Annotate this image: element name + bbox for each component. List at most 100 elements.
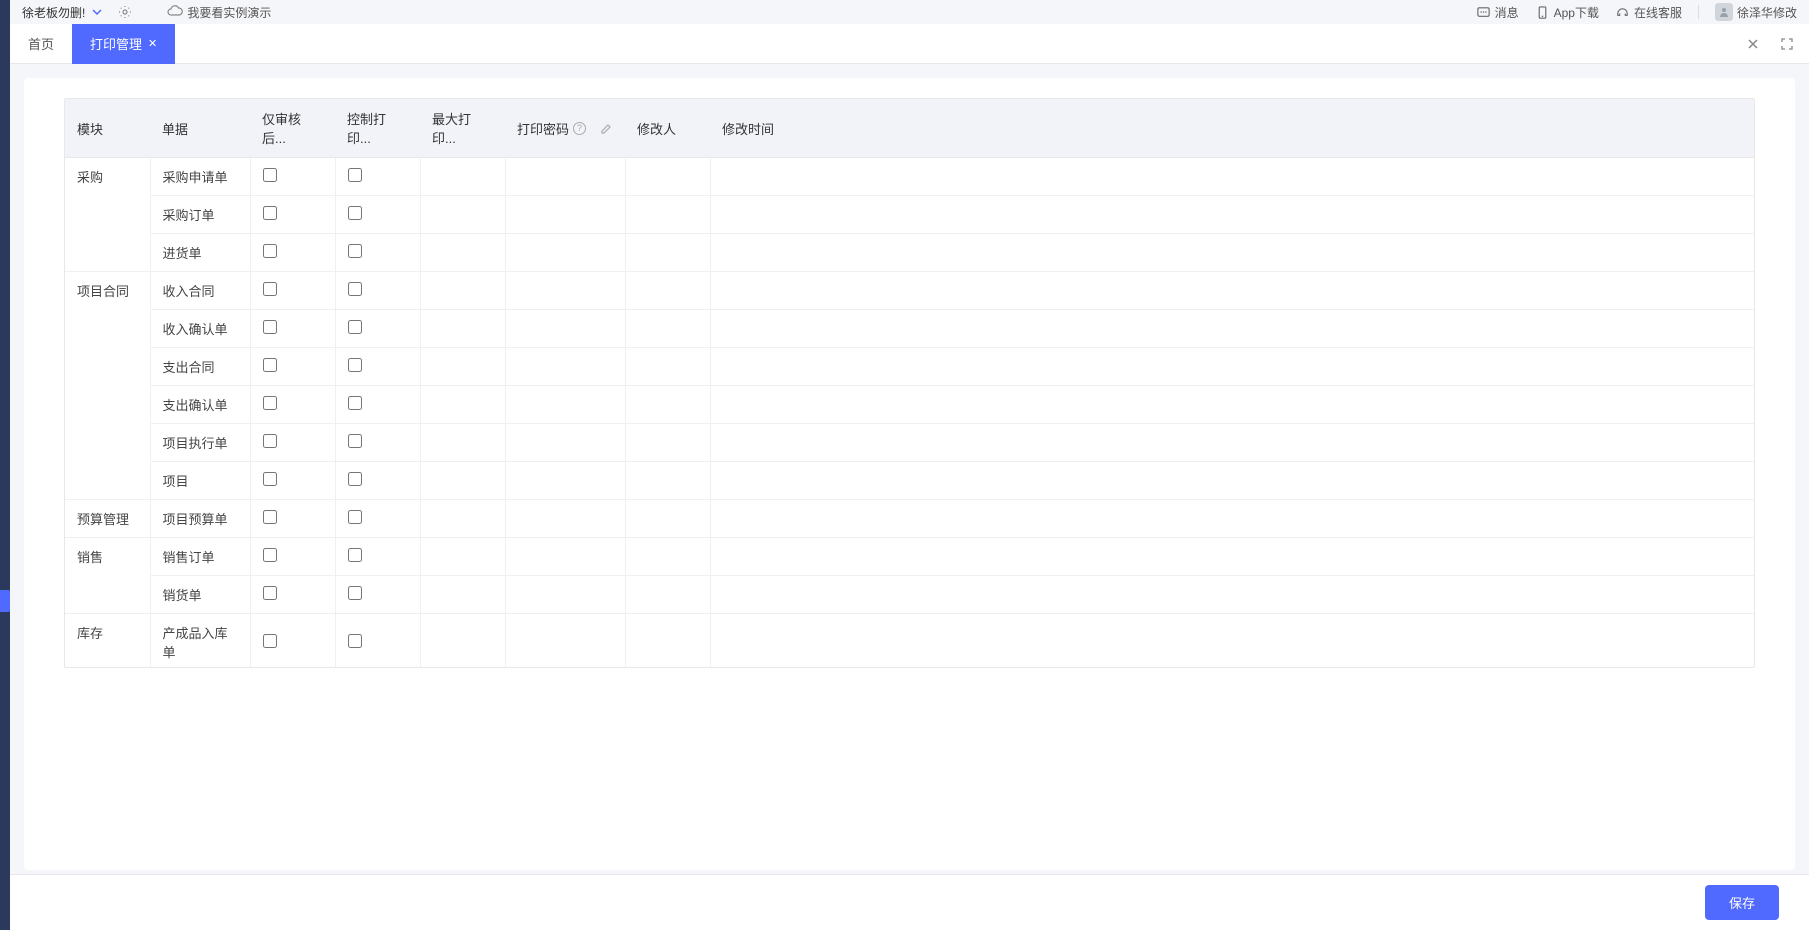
modtime-cell [710, 462, 1754, 500]
chevron-down-icon [91, 6, 103, 18]
password-cell [505, 424, 625, 462]
doc-cell: 采购申请单 [150, 158, 250, 196]
control-print-checkbox[interactable] [348, 434, 362, 448]
control-print-cell [335, 196, 420, 234]
control-print-checkbox[interactable] [348, 472, 362, 486]
demo-link[interactable]: 我要看实例演示 [167, 4, 271, 21]
customer-service-link[interactable]: 在线客服 [1615, 4, 1682, 21]
approved-only-cell [250, 424, 335, 462]
doc-cell: 产成品入库单 [150, 614, 250, 669]
control-print-checkbox[interactable] [348, 244, 362, 258]
modtime-cell [710, 576, 1754, 614]
tab-home[interactable]: 首页 [10, 24, 72, 64]
max-print-cell [420, 424, 505, 462]
tab-print-management[interactable]: 打印管理 ✕ [72, 24, 175, 64]
approved-only-checkbox[interactable] [263, 434, 277, 448]
control-print-cell [335, 386, 420, 424]
approved-only-checkbox[interactable] [263, 320, 277, 334]
headset-icon [1615, 5, 1630, 20]
control-print-cell [335, 272, 420, 310]
phone-icon [1535, 5, 1550, 20]
max-print-cell [420, 310, 505, 348]
password-cell [505, 234, 625, 272]
modifier-cell [625, 196, 710, 234]
gear-icon[interactable] [117, 4, 133, 20]
approved-only-cell [250, 234, 335, 272]
table-row: 库存产成品入库单 [65, 614, 1754, 669]
table-scroll-container[interactable]: 模块 单据 仅审核后... 控制打印... 最大打印... 打印密码 ? [64, 98, 1755, 668]
tab-bar: 首页 打印管理 ✕ [10, 24, 1809, 64]
max-print-cell [420, 196, 505, 234]
doc-cell: 支出确认单 [150, 386, 250, 424]
fullscreen-button[interactable] [1775, 32, 1799, 56]
approved-only-cell [250, 310, 335, 348]
approved-only-checkbox[interactable] [263, 548, 277, 562]
approved-only-checkbox[interactable] [263, 634, 277, 648]
password-cell [505, 538, 625, 576]
approved-only-checkbox[interactable] [263, 472, 277, 486]
doc-cell: 销货单 [150, 576, 250, 614]
approved-only-checkbox[interactable] [263, 586, 277, 600]
control-print-cell [335, 614, 420, 669]
max-print-cell [420, 158, 505, 196]
control-print-checkbox[interactable] [348, 634, 362, 648]
control-print-cell [335, 310, 420, 348]
module-cell: 销售 [65, 538, 150, 614]
modifier-cell [625, 234, 710, 272]
modtime-cell [710, 500, 1754, 538]
account-switcher[interactable]: 徐老板勿删! [22, 4, 103, 21]
approved-only-checkbox[interactable] [263, 168, 277, 182]
table-row: 销货单 [65, 576, 1754, 614]
edit-icon[interactable] [600, 122, 613, 135]
password-cell [505, 576, 625, 614]
control-print-checkbox[interactable] [348, 320, 362, 334]
th-password-label: 打印密码 [517, 119, 569, 138]
approved-only-checkbox[interactable] [263, 244, 277, 258]
control-print-checkbox[interactable] [348, 396, 362, 410]
password-cell [505, 272, 625, 310]
password-cell [505, 196, 625, 234]
modtime-cell [710, 158, 1754, 196]
module-cell: 预算管理 [65, 500, 150, 538]
control-print-checkbox[interactable] [348, 510, 362, 524]
doc-cell: 项目 [150, 462, 250, 500]
messages-label: 消息 [1495, 4, 1519, 21]
max-print-cell [420, 272, 505, 310]
th-modifier: 修改人 [625, 99, 710, 158]
doc-cell: 项目执行单 [150, 424, 250, 462]
table-row: 项目合同收入合同 [65, 272, 1754, 310]
modifier-cell [625, 500, 710, 538]
modifier-cell [625, 348, 710, 386]
user-menu[interactable]: 徐泽华修改 [1715, 3, 1797, 21]
user-icon [1718, 6, 1730, 18]
modifier-cell [625, 462, 710, 500]
modifier-cell [625, 538, 710, 576]
modtime-cell [710, 538, 1754, 576]
approved-only-checkbox[interactable] [263, 282, 277, 296]
close-all-tabs-button[interactable] [1741, 32, 1765, 56]
control-print-checkbox[interactable] [348, 548, 362, 562]
sidebar-edge [0, 0, 10, 930]
th-password: 打印密码 ? [505, 99, 625, 158]
approved-only-cell [250, 386, 335, 424]
control-print-cell [335, 500, 420, 538]
close-icon[interactable]: ✕ [148, 37, 157, 50]
control-print-checkbox[interactable] [348, 282, 362, 296]
messages-link[interactable]: 消息 [1476, 4, 1519, 21]
approved-only-checkbox[interactable] [263, 206, 277, 220]
help-icon[interactable]: ? [573, 122, 586, 135]
approved-only-checkbox[interactable] [263, 358, 277, 372]
control-print-checkbox[interactable] [348, 586, 362, 600]
approved-only-checkbox[interactable] [263, 510, 277, 524]
control-print-checkbox[interactable] [348, 358, 362, 372]
control-print-cell [335, 158, 420, 196]
password-cell [505, 158, 625, 196]
password-cell [505, 386, 625, 424]
approved-only-cell [250, 614, 335, 669]
approved-only-checkbox[interactable] [263, 396, 277, 410]
tab-active-label: 打印管理 [90, 34, 142, 53]
save-button[interactable]: 保存 [1705, 885, 1779, 920]
control-print-checkbox[interactable] [348, 206, 362, 220]
control-print-checkbox[interactable] [348, 168, 362, 182]
app-download-link[interactable]: App下载 [1535, 4, 1599, 21]
